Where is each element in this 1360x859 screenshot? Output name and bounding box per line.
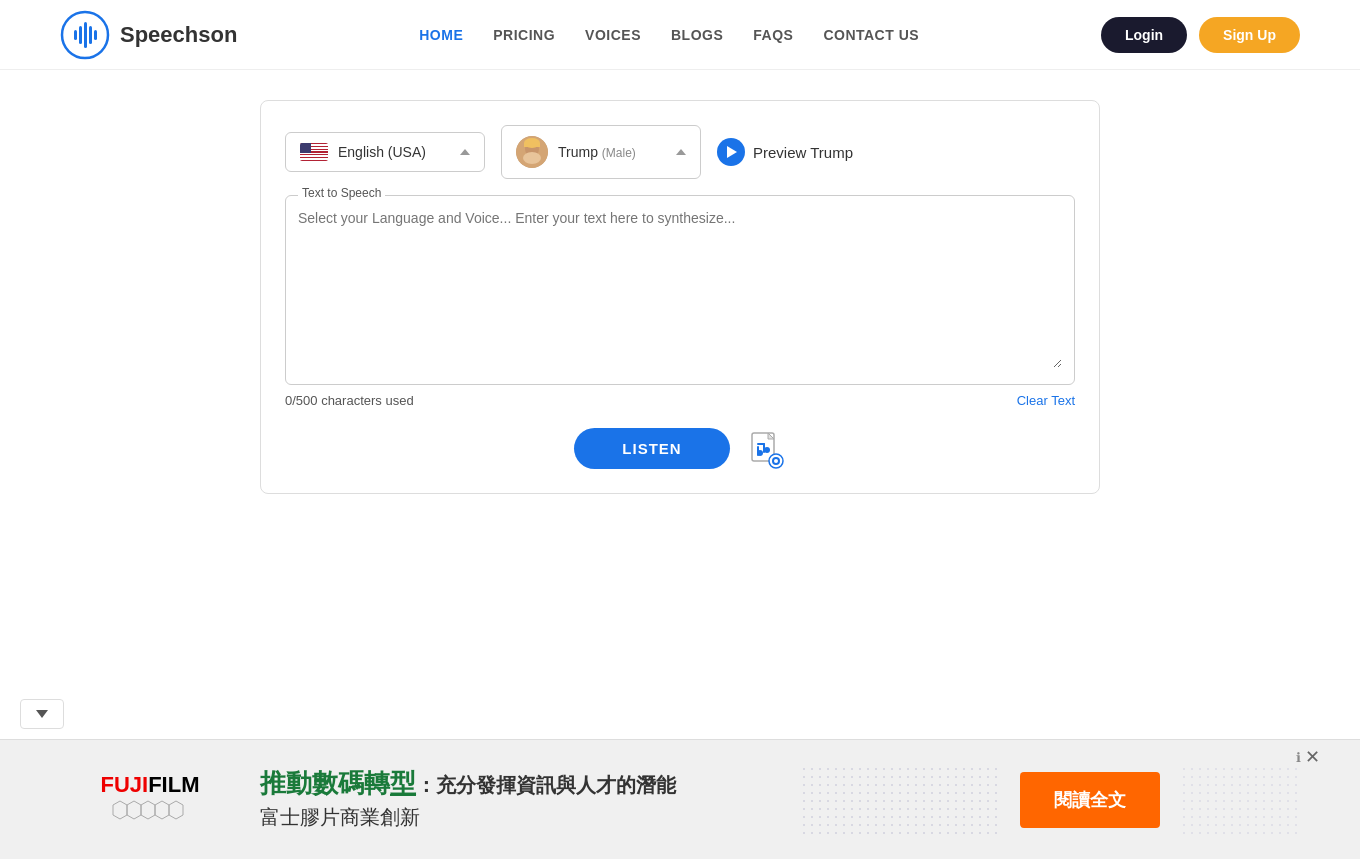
nav-faqs[interactable]: FAQS bbox=[753, 27, 793, 43]
svg-rect-10 bbox=[524, 143, 540, 147]
nav-pricing[interactable]: PRICING bbox=[493, 27, 555, 43]
brand-name: Speechson bbox=[120, 22, 237, 48]
svg-rect-16 bbox=[757, 443, 765, 445]
language-select[interactable]: English (USA) bbox=[285, 132, 485, 172]
svg-rect-4 bbox=[89, 26, 92, 44]
music-file-icon bbox=[746, 429, 786, 469]
preview-play-icon bbox=[717, 138, 745, 166]
svg-rect-1 bbox=[74, 30, 77, 40]
voice-name: Trump (Male) bbox=[558, 144, 636, 160]
voice-select[interactable]: Trump (Male) bbox=[501, 125, 701, 179]
login-button[interactable]: Login bbox=[1101, 17, 1187, 53]
textarea-label: Text to Speech bbox=[298, 186, 385, 200]
svg-rect-5 bbox=[94, 30, 97, 40]
svg-rect-15 bbox=[757, 446, 759, 456]
listen-row: LISTEN bbox=[285, 428, 1075, 469]
main-content: English (USA) bbox=[0, 70, 1360, 524]
controls-row: English (USA) bbox=[285, 125, 1075, 179]
nav-contact[interactable]: CONTACT US bbox=[823, 27, 919, 43]
preview-label: Preview Trump bbox=[753, 144, 853, 161]
nav-voices[interactable]: VOICES bbox=[585, 27, 641, 43]
svg-point-19 bbox=[774, 459, 778, 463]
language-label: English (USA) bbox=[338, 144, 426, 160]
voice-avatar bbox=[516, 136, 548, 168]
us-flag-icon bbox=[300, 143, 328, 161]
clear-text-button[interactable]: Clear Text bbox=[1017, 393, 1075, 408]
textarea-wrapper: Text to Speech bbox=[285, 195, 1075, 385]
svg-rect-3 bbox=[84, 22, 87, 48]
nav-links: HOME PRICING VOICES BLOGS FAQS CONTACT U… bbox=[419, 26, 919, 44]
brand-logo[interactable]: Speechson bbox=[60, 10, 237, 60]
language-chevron-up-icon bbox=[460, 149, 470, 155]
char-count-row: 0/500 characters used Clear Text bbox=[285, 393, 1075, 408]
nav-home[interactable]: HOME bbox=[419, 27, 463, 43]
navbar: Speechson HOME PRICING VOICES BLOGS FAQS… bbox=[0, 0, 1360, 70]
voice-chevron-up-icon bbox=[676, 149, 686, 155]
char-count: 0/500 characters used bbox=[285, 393, 414, 408]
svg-point-8 bbox=[523, 152, 541, 164]
logo-icon bbox=[60, 10, 110, 60]
tts-card: English (USA) bbox=[260, 100, 1100, 494]
nav-blogs[interactable]: BLOGS bbox=[671, 27, 723, 43]
signup-button[interactable]: Sign Up bbox=[1199, 17, 1300, 53]
listen-button[interactable]: LISTEN bbox=[574, 428, 729, 469]
tts-textarea[interactable] bbox=[298, 208, 1062, 368]
preview-trump-button[interactable]: Preview Trump bbox=[717, 128, 853, 176]
nav-auth-buttons: Login Sign Up bbox=[1101, 17, 1300, 53]
svg-rect-2 bbox=[79, 26, 82, 44]
